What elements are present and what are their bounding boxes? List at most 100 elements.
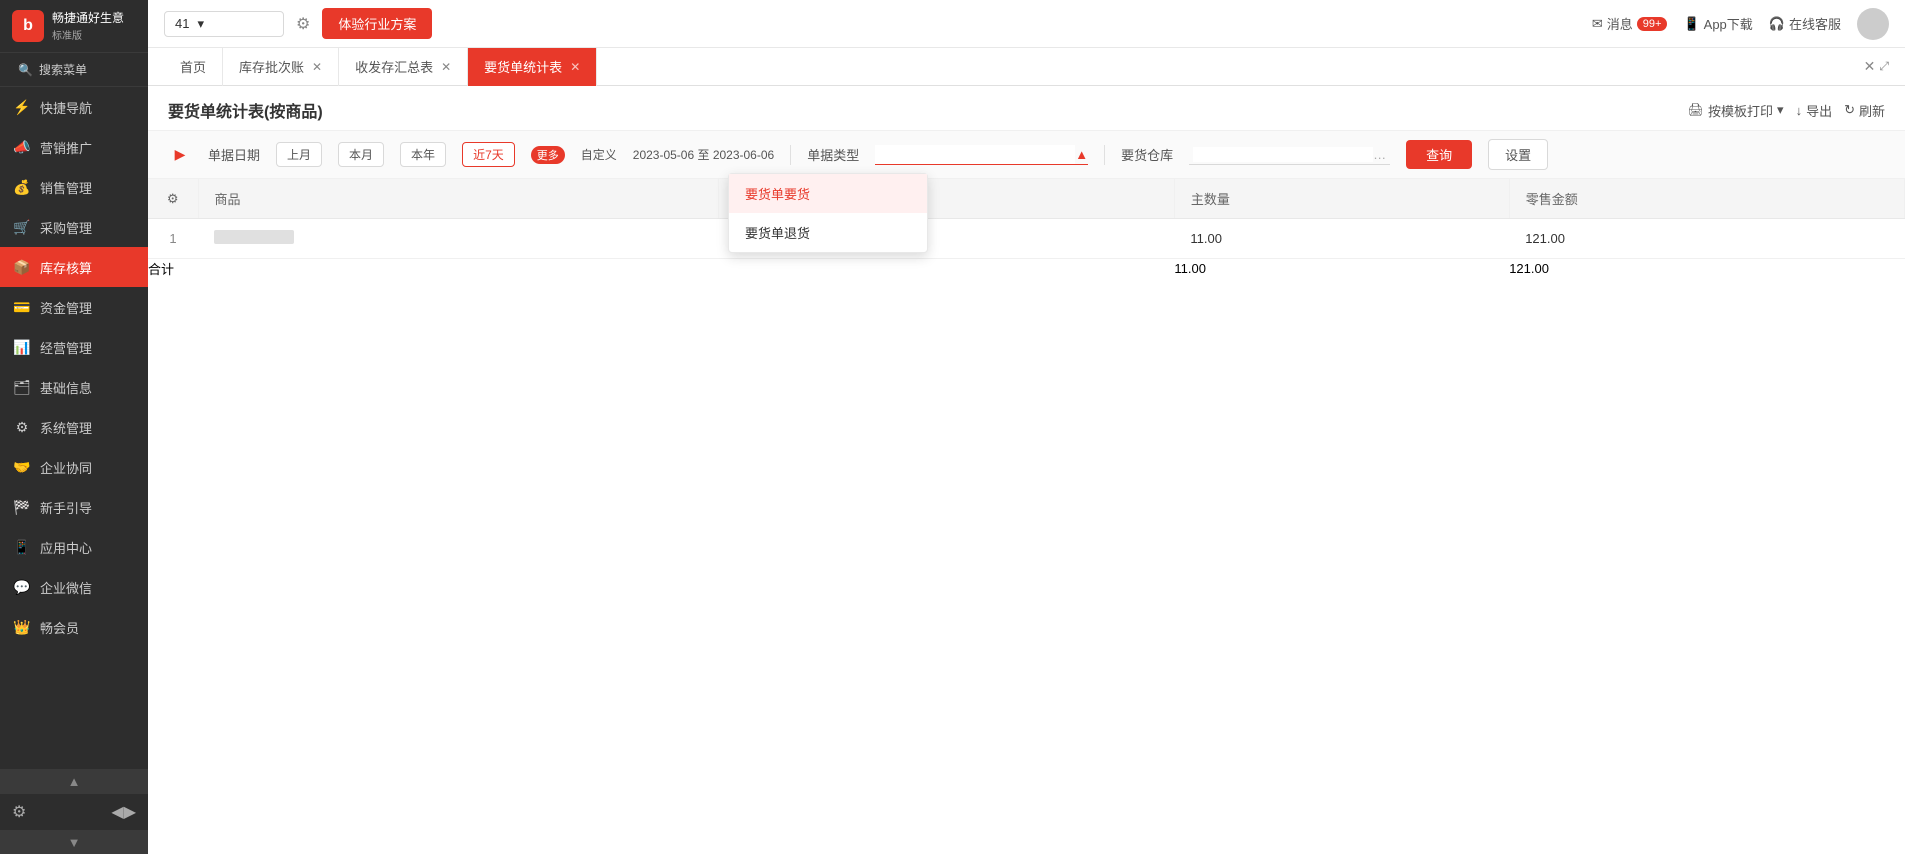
tab-close-order-stats[interactable]: ✕ (570, 60, 580, 74)
topbar-left: 41 ▾ ⚙ 体验行业方案 (164, 8, 432, 39)
wechat-icon: 💬 (12, 577, 32, 597)
messages-item[interactable]: ✉ 消息 99+ (1592, 14, 1668, 33)
app-download-item[interactable]: 📱 App下载 (1683, 14, 1752, 33)
maximize-icon: ⤢ (1879, 59, 1889, 74)
sidebar-item-operations[interactable]: 📊 经营管理 (0, 327, 148, 367)
shortcut-icon: ⚡ (12, 97, 32, 117)
marketing-icon: 📣 (12, 137, 32, 157)
sidebar-scroll-down[interactable]: ▼ (0, 830, 148, 854)
sidebar-item-apps[interactable]: 📱 应用中心 (0, 527, 148, 567)
warehouse-input-wrapper[interactable]: … (1189, 145, 1390, 165)
page-header: 要货单统计表(按商品) 🖨 按模板打印 ▾ ↓ 导出 ↻ 刷新 (148, 86, 1905, 130)
collapse-icon[interactable]: ◀▶ (111, 802, 136, 822)
sidebar-item-sales[interactable]: 💰 销售管理 (0, 167, 148, 207)
sidebar-item-member[interactable]: 👑 畅会员 (0, 607, 148, 647)
row-quantity: 11.00 (1174, 219, 1509, 259)
sidebar-item-basic[interactable]: 🗂 基础信息 (0, 367, 148, 407)
footer-label: 合计 (148, 259, 719, 279)
system-icon: ⚙ (12, 417, 32, 437)
footer-unit (719, 259, 1175, 279)
sidebar-item-shortcut[interactable]: ⚡ 快捷导航 (0, 87, 148, 127)
row-amount: 121.00 (1509, 219, 1904, 259)
inventory-icon: 📦 (12, 257, 32, 277)
warehouse-label: 要货仓库 (1121, 145, 1173, 164)
trial-button[interactable]: 体验行业方案 (322, 8, 432, 39)
col-quantity: 主数量 (1174, 179, 1509, 219)
refresh-button[interactable]: ↻ 刷新 (1844, 101, 1885, 120)
purchase-icon: 🛒 (12, 217, 32, 237)
tab-home[interactable]: 首页 (164, 48, 223, 86)
sidebar-nav: ⚡ 快捷导航 📣 营销推广 💰 销售管理 🛒 采购管理 📦 库存核算 💳 资金管… (0, 87, 148, 769)
operations-icon: 📊 (12, 337, 32, 357)
print-button[interactable]: 🖨 按模板打印 ▾ (1688, 101, 1784, 120)
date-label: 单据日期 (208, 145, 260, 164)
settings-gear-icon[interactable]: ⚙ (296, 14, 310, 34)
phone-icon: 📱 (1683, 16, 1699, 32)
table-container: ⚙ 商品 主计量单位 主数量 零售金额 1 块 11.00 121.00 (148, 179, 1905, 278)
page-actions: 🖨 按模板打印 ▾ ↓ 导出 ↻ 刷新 (1688, 101, 1886, 120)
basic-icon: 🗂 (12, 377, 32, 397)
sales-icon: 💰 (12, 177, 32, 197)
sidebar-item-system[interactable]: ⚙ 系统管理 (0, 407, 148, 447)
date-custom-tag[interactable]: 自定义 (581, 146, 617, 163)
sidebar-logo: b 畅捷通好生意 标准版 (0, 0, 148, 53)
this-year-btn[interactable]: 本年 (400, 142, 446, 167)
warehouse-input[interactable] (1193, 147, 1373, 162)
filter-expand-button[interactable]: ▶ (168, 143, 192, 167)
page-title: 要货单统计表(按商品) (168, 98, 323, 122)
tab-close-receivable[interactable]: ✕ (441, 60, 451, 74)
footer-amount: 121.00 (1509, 259, 1904, 279)
filter-separator-1 (790, 145, 791, 165)
warehouse-more-icon[interactable]: … (1373, 147, 1386, 162)
query-button[interactable]: 查询 (1406, 140, 1472, 169)
settings-icon[interactable]: ⚙ (12, 802, 26, 822)
table-footer-row: 合计 11.00 121.00 (148, 259, 1905, 279)
sidebar-item-guide[interactable]: 🏁 新手引导 (0, 487, 148, 527)
type-label: 单据类型 (807, 145, 859, 164)
sidebar-item-finance[interactable]: 💳 资金管理 (0, 287, 148, 327)
last-month-btn[interactable]: 上月 (276, 142, 322, 167)
close-all-tabs[interactable]: ✕ ⤢ (1856, 58, 1897, 75)
setting-button[interactable]: 设置 (1488, 139, 1548, 170)
search-icon: 🔍 (18, 63, 33, 77)
topbar: 41 ▾ ⚙ 体验行业方案 ✉ 消息 99+ 📱 App下载 🎧 在线客服 (148, 0, 1905, 48)
tab-inventory-batch[interactable]: 库存批次账 ✕ (223, 48, 339, 86)
tab-order-stats[interactable]: 要货单统计表 ✕ (468, 48, 597, 86)
export-icon: ↓ (1796, 103, 1803, 118)
dropdown-item-order[interactable]: 要货单要货 (729, 174, 927, 213)
sidebar-item-purchase[interactable]: 🛒 采购管理 (0, 207, 148, 247)
sidebar-item-wechat[interactable]: 💬 企业微信 (0, 567, 148, 607)
finance-icon: 💳 (12, 297, 32, 317)
headset-icon: 🎧 (1769, 16, 1785, 32)
sidebar-bottom: ⚙ ◀▶ (0, 793, 148, 830)
type-input-wrapper: ▲ (875, 145, 1088, 165)
col-product: 商品 (198, 179, 719, 219)
online-service-item[interactable]: 🎧 在线客服 (1769, 14, 1841, 33)
type-input[interactable] (875, 145, 1075, 164)
filter-bar: ▶ 单据日期 上月 本月 本年 近7天 更多 自定义 2023-05-06 至 … (148, 130, 1905, 179)
type-dropdown: 要货单要货 要货单退货 (728, 173, 928, 253)
enterprise-icon: 🤝 (12, 457, 32, 477)
message-icon: ✉ (1592, 16, 1603, 32)
topbar-right: ✉ 消息 99+ 📱 App下载 🎧 在线客服 (1592, 8, 1889, 40)
tab-receivable[interactable]: 收发存汇总表 ✕ (339, 48, 468, 86)
col-settings[interactable]: ⚙ (148, 179, 198, 219)
export-button[interactable]: ↓ 导出 (1796, 101, 1833, 120)
tenant-selector[interactable]: 41 ▾ (164, 11, 284, 37)
sidebar-item-inventory[interactable]: 📦 库存核算 (0, 247, 148, 287)
this-month-btn[interactable]: 本月 (338, 142, 384, 167)
data-table: ⚙ 商品 主计量单位 主数量 零售金额 1 块 11.00 121.00 (148, 179, 1905, 278)
sidebar-scroll-up[interactable]: ▲ (0, 769, 148, 793)
guide-icon: 🏁 (12, 497, 32, 517)
date-more-tag[interactable]: 更多 (531, 146, 565, 164)
type-dropdown-arrow[interactable]: ▲ (1075, 147, 1088, 162)
sidebar-item-marketing[interactable]: 📣 营销推广 (0, 127, 148, 167)
user-avatar[interactable] (1857, 8, 1889, 40)
tab-close-inventory-batch[interactable]: ✕ (312, 60, 322, 74)
dropdown-item-return[interactable]: 要货单退货 (729, 213, 927, 252)
content-area: 要货单统计表(按商品) 🖨 按模板打印 ▾ ↓ 导出 ↻ 刷新 ▶ (148, 86, 1905, 854)
date-range-display: 2023-05-06 至 2023-06-06 (633, 146, 774, 163)
last-7-days-btn[interactable]: 近7天 (462, 142, 515, 167)
sidebar-item-enterprise[interactable]: 🤝 企业协同 (0, 447, 148, 487)
search-menu-item[interactable]: 🔍 搜索菜单 (0, 53, 148, 87)
